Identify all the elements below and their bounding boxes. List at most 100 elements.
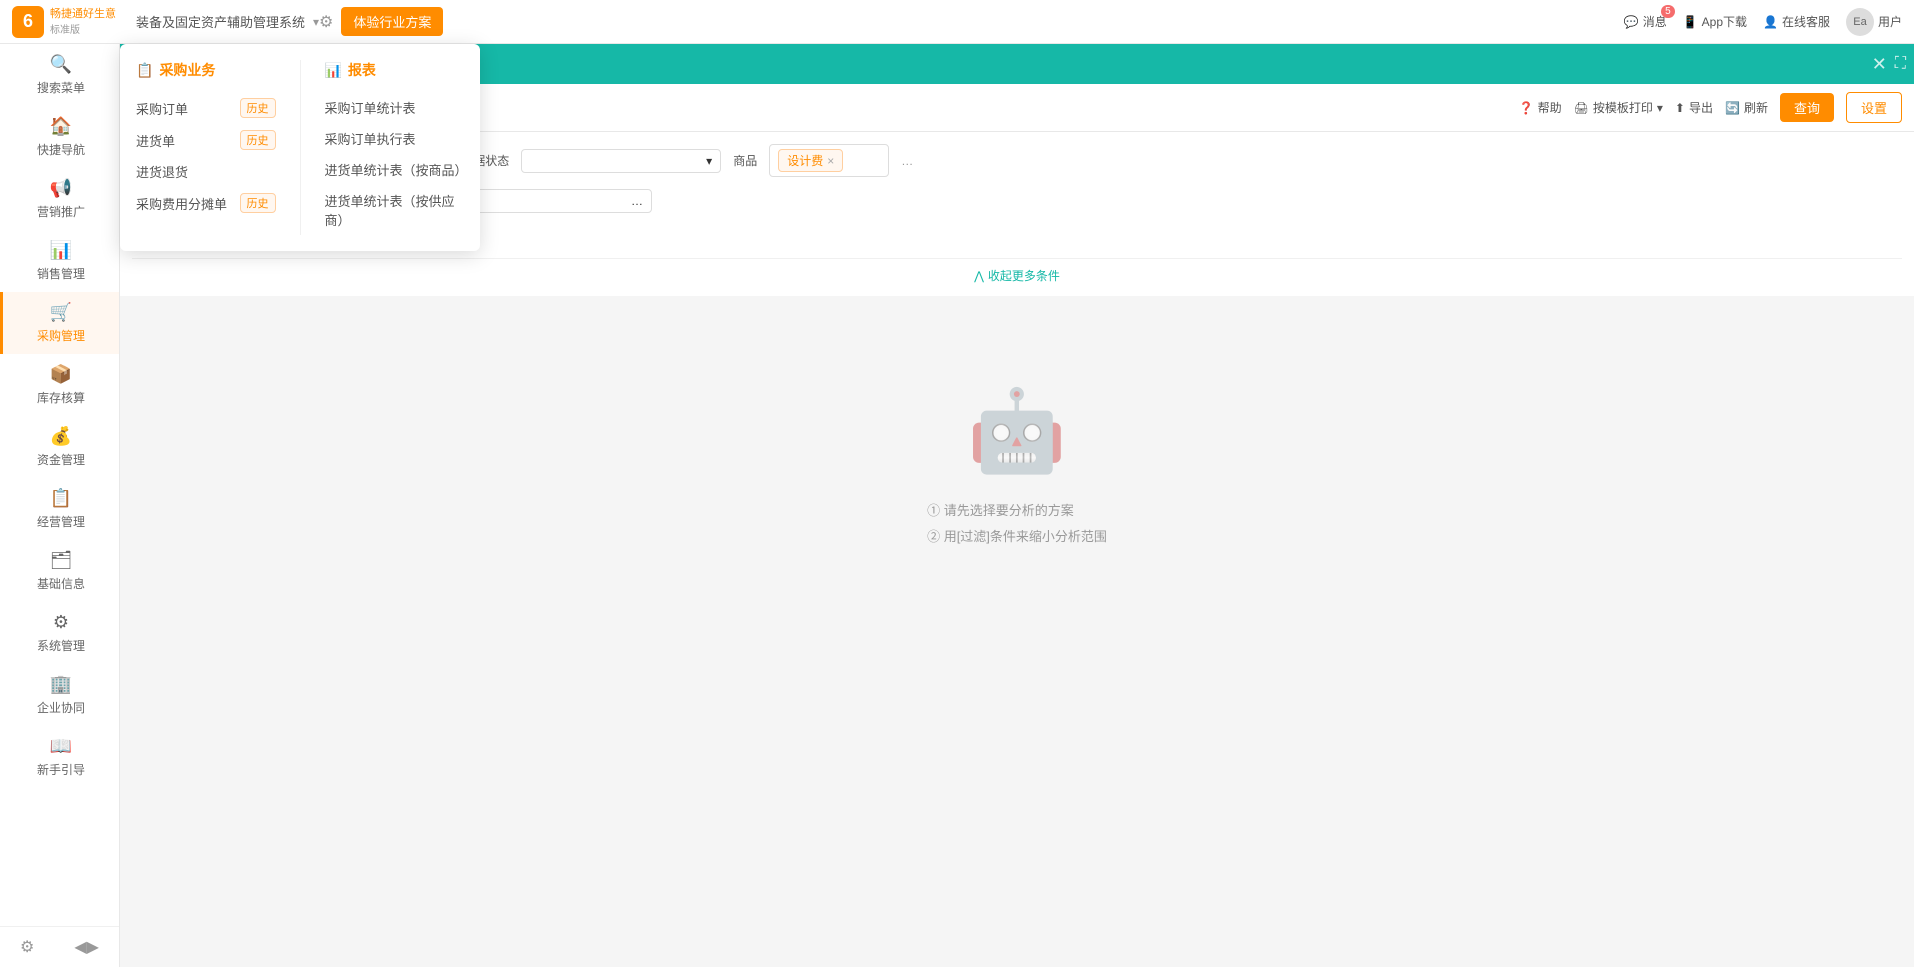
sidebar-item-sales[interactable]: 📊 销售管理 — [0, 230, 119, 292]
menu-item-report-1[interactable]: 采购订单执行表 — [325, 123, 465, 154]
goods-in-label: 进货单 — [136, 131, 175, 150]
menu-item-purchase-fee[interactable]: 采购费用分摊单 历史 — [136, 187, 276, 219]
settings-btn-toolbar[interactable]: 设置 — [1846, 92, 1902, 123]
sidebar-item-system[interactable]: ⚙ 系统管理 — [0, 602, 119, 664]
enterprise-icon: 🏢 — [50, 674, 72, 695]
sidebar-item-label: 快捷导航 — [37, 141, 85, 158]
export-label: 导出 — [1689, 99, 1713, 116]
empty-tip-1: ① 请先选择要分析的方案 — [927, 498, 1107, 524]
online-service-label: 在线客服 — [1782, 13, 1830, 30]
help-btn[interactable]: ❓ 帮助 — [1519, 99, 1562, 116]
report-3-label: 进货单统计表（按供应商） — [325, 191, 465, 229]
bill-status-dropdown-icon: ▾ — [706, 154, 712, 168]
menu-item-report-2[interactable]: 进货单统计表（按商品） — [325, 154, 465, 185]
sidebar-item-label: 系统管理 — [37, 637, 85, 654]
menu-item-report-0[interactable]: 采购订单统计表 — [325, 92, 465, 123]
help-label: 帮助 — [1538, 99, 1562, 116]
user-menu-btn[interactable]: Ea 用户 — [1846, 8, 1902, 36]
menu-item-report-3[interactable]: 进货单统计表（按供应商） — [325, 185, 465, 235]
sidebar-item-label: 搜索菜单 — [37, 79, 85, 96]
goods-tag-close-icon[interactable]: × — [827, 154, 834, 168]
app-download-btn[interactable]: 📱 App下载 — [1683, 13, 1747, 30]
sidebar: 🔍 搜索菜单 🏠 快捷导航 📢 营销推广 📊 销售管理 🛒 采购管 — [0, 44, 120, 967]
sidebar-item-label: 基础信息 — [37, 575, 85, 592]
empty-tip-2: ② 用[过滤]条件来缩小分析范围 — [927, 524, 1107, 550]
settings-icon-btn[interactable]: ⚙ — [319, 12, 333, 32]
sales-icon: 📊 — [50, 240, 72, 261]
logo-icon: 6 — [12, 6, 44, 38]
sidebar-item-label: 采购管理 — [37, 327, 85, 344]
marketing-icon: 📢 — [50, 178, 72, 199]
sidebar-item-enterprise[interactable]: 🏢 企业协同 — [0, 664, 119, 726]
tab-fullscreen-icon[interactable]: ⛶ — [1895, 55, 1906, 73]
sidebar-item-quick-nav[interactable]: 🏠 快捷导航 — [0, 106, 119, 168]
history-badge-1[interactable]: 历史 — [240, 130, 276, 150]
message-icon: 💬 — [1624, 15, 1639, 29]
goods-select[interactable]: 设计费 × — [769, 144, 889, 177]
user-name-label: 用户 — [1878, 13, 1902, 30]
goods-tag: 设计费 × — [778, 149, 843, 172]
base-info-icon: 🗂 — [50, 550, 73, 571]
menu-item-purchase-order[interactable]: 采购订单 历史 — [136, 92, 276, 124]
collapse-btn[interactable]: ⋀ 收起更多条件 — [974, 267, 1060, 284]
search-icon: 🔍 — [50, 54, 72, 75]
collapse-icon: ⋀ — [974, 269, 984, 283]
sidebar-item-label: 营销推广 — [37, 203, 85, 220]
sidebar-menu: 🔍 搜索菜单 🏠 快捷导航 📢 营销推广 📊 销售管理 🛒 采购管 — [0, 44, 119, 926]
goods-tag-text: 设计费 — [787, 152, 823, 169]
bill-status-select[interactable]: ▾ — [521, 149, 721, 173]
finance-icon: 💰 — [50, 426, 72, 447]
online-service-btn[interactable]: 👤 在线客服 — [1763, 13, 1830, 30]
sidebar-item-marketing[interactable]: 📢 营销推广 — [0, 168, 119, 230]
history-badge-0[interactable]: 历史 — [240, 98, 276, 118]
business-section-label: 采购业务 — [159, 60, 215, 80]
sidebar-item-label: 经营管理 — [37, 513, 85, 530]
sidebar-item-operation[interactable]: 📋 经营管理 — [0, 478, 119, 540]
sidebar-item-purchase[interactable]: 🛒 采购管理 — [0, 292, 119, 354]
logo-area: 6 畅捷通好生意 标准版 — [12, 6, 116, 38]
sidebar-item-finance[interactable]: 💰 资金管理 — [0, 416, 119, 478]
export-btn[interactable]: ⬆ 导出 — [1675, 99, 1713, 116]
purchase-icon: 🛒 — [50, 302, 72, 323]
logo-sub: 标准版 — [50, 21, 116, 36]
sidebar-item-label: 企业协同 — [37, 699, 85, 716]
sidebar-item-guide[interactable]: 📖 新手引导 — [0, 726, 119, 788]
app-download-label: App下载 — [1702, 13, 1747, 30]
business-section-icon: 📋 — [136, 62, 153, 79]
sidebar-item-label: 库存核算 — [37, 389, 85, 406]
goods-more-icon[interactable]: … — [901, 154, 913, 168]
help-icon: ❓ — [1519, 101, 1534, 115]
home-icon: 🏠 — [50, 116, 72, 137]
salesman-select[interactable]: … — [452, 189, 652, 213]
top-actions: 💬 消息 5 📱 App下载 👤 在线客服 Ea 用户 — [1624, 8, 1902, 36]
sidebar-settings-btn[interactable]: ⚙ — [20, 937, 34, 957]
message-btn[interactable]: 💬 消息 5 — [1624, 13, 1667, 30]
report-2-label: 进货单统计表（按商品） — [325, 160, 465, 179]
report-1-label: 采购订单执行表 — [325, 129, 416, 148]
report-section-title: 📊 报表 — [325, 60, 465, 80]
history-badge-3[interactable]: 历史 — [240, 193, 276, 213]
sidebar-item-inventory[interactable]: 📦 库存核算 — [0, 354, 119, 416]
sidebar-collapse-btn[interactable]: ◀▶ — [74, 937, 99, 957]
industry-btn[interactable]: 体验行业方案 — [341, 7, 443, 36]
print-btn[interactable]: 🖨 按模板打印 ▾ — [1574, 99, 1663, 116]
collapse-label: 收起更多条件 — [988, 267, 1060, 284]
sidebar-item-label: 新手引导 — [37, 761, 85, 778]
message-badge: 5 — [1661, 5, 1675, 18]
business-section: 📋 采购业务 采购订单 历史 进货单 历史 进货退货 采购费用分摊单 历史 — [136, 60, 276, 235]
tab-bar-close-icon[interactable]: ✕ — [1872, 54, 1887, 75]
empty-illustration: 🤖 — [967, 384, 1067, 478]
menu-item-goods-return[interactable]: 进货退货 — [136, 156, 276, 187]
purchase-order-label: 采购订单 — [136, 99, 188, 118]
menu-item-goods-in[interactable]: 进货单 历史 — [136, 124, 276, 156]
salesman-dropdown-icon: … — [631, 194, 643, 208]
sidebar-item-base-info[interactable]: 🗂 基础信息 — [0, 540, 119, 602]
refresh-btn[interactable]: 🔄 刷新 — [1725, 99, 1768, 116]
sidebar-item-search[interactable]: 🔍 搜索菜单 — [0, 44, 119, 106]
operation-icon: 📋 — [50, 488, 72, 509]
query-btn[interactable]: 查询 — [1780, 93, 1834, 122]
system-title: 装备及固定资产辅助管理系统 — [136, 12, 305, 31]
empty-tips: ① 请先选择要分析的方案 ② 用[过滤]条件来缩小分析范围 — [927, 498, 1107, 550]
print-icon: 🖨 — [1574, 101, 1589, 115]
refresh-label: 刷新 — [1744, 99, 1768, 116]
